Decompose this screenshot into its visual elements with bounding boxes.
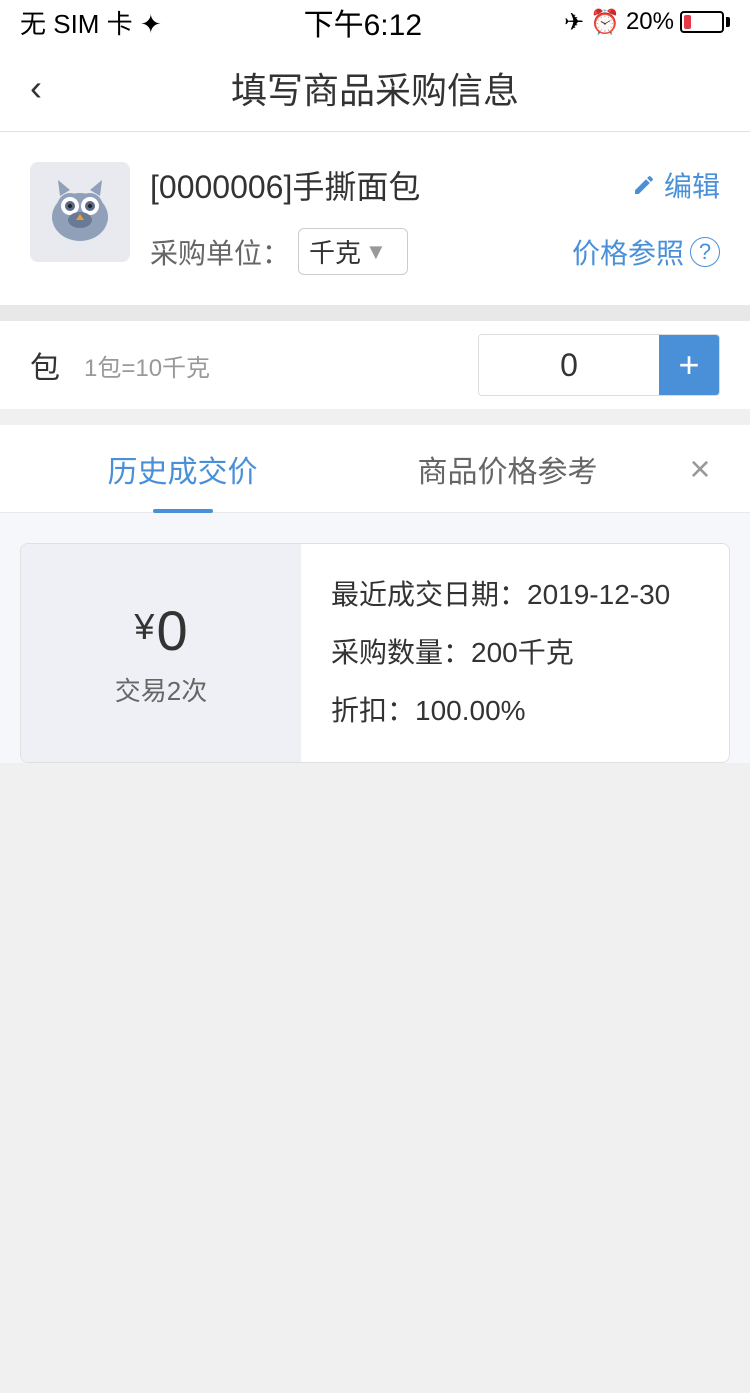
purchase-qty-value: 200千克 xyxy=(471,637,574,668)
unit-label: 采购单位： 千克 ▼ xyxy=(150,228,408,275)
quantity-row: 包 1包=10千克 0 + xyxy=(0,321,750,409)
transaction-price-panel: ¥ 0 交易2次 xyxy=(21,544,301,762)
status-signal: 无 SIM 卡 ✦ xyxy=(20,4,162,41)
transaction-card: ¥ 0 交易2次 最近成交日期：2019-12-30 采购数量：200千克 折扣… xyxy=(20,543,730,763)
quantity-unit-label: 包 xyxy=(30,343,60,387)
transaction-count: 交易2次 xyxy=(115,671,207,708)
battery-icon xyxy=(680,11,730,33)
nav-bar: ‹ 填写商品采购信息 xyxy=(0,44,750,132)
edit-label: 编辑 xyxy=(664,165,720,205)
recent-date-item: 最近成交日期：2019-12-30 xyxy=(331,574,699,616)
discount-value: 100.00% xyxy=(415,695,526,726)
location-icon: ✈ xyxy=(564,8,584,37)
purchase-qty-label: 采购数量： xyxy=(331,637,471,668)
purchase-qty-item: 采购数量：200千克 xyxy=(331,632,699,674)
product-info: [0000006]手撕面包 编辑 采购单位： 千克 ▼ 价格参照 ? xyxy=(150,162,720,275)
tabs-bar: 历史成交价 商品价格参考 × xyxy=(0,425,750,513)
quantity-hint: 1包=10千克 xyxy=(84,348,210,383)
back-button[interactable]: ‹ xyxy=(30,70,42,106)
tab-history-price[interactable]: 历史成交价 xyxy=(20,425,345,513)
unit-dropdown[interactable]: 千克 ▼ xyxy=(298,228,408,275)
price-ref-icon: ? xyxy=(690,237,720,267)
status-bar: 无 SIM 卡 ✦ 下午6:12 ✈ ⏰ 20% xyxy=(0,0,750,44)
edit-button[interactable]: 编辑 xyxy=(632,165,720,205)
bottom-area xyxy=(0,793,750,1393)
page-title: 填写商品采购信息 xyxy=(231,62,519,114)
alarm-icon: ⏰ xyxy=(590,8,620,37)
product-card: [0000006]手撕面包 编辑 采购单位： 千克 ▼ 价格参照 ? xyxy=(0,132,750,305)
status-time: 下午6:12 xyxy=(304,0,422,44)
battery-percent: 20% xyxy=(626,8,674,36)
tab-close-button[interactable]: × xyxy=(670,439,730,499)
product-name: [0000006]手撕面包 xyxy=(150,162,420,208)
tab-product-price-ref[interactable]: 商品价格参考 xyxy=(345,425,670,513)
quantity-plus-button[interactable]: + xyxy=(659,335,719,395)
status-right-icons: ✈ ⏰ 20% xyxy=(564,8,730,37)
price-number: 0 xyxy=(156,598,187,663)
transaction-details-panel: 最近成交日期：2019-12-30 采购数量：200千克 折扣：100.00% xyxy=(301,544,729,762)
section-divider xyxy=(0,305,750,321)
quantity-input[interactable]: 0 xyxy=(479,335,659,395)
transaction-price-value: ¥ 0 xyxy=(134,598,187,663)
quantity-input-group: 0 + xyxy=(478,334,720,396)
dropdown-arrow-icon: ▼ xyxy=(365,239,387,265)
tabs-section: 历史成交价 商品价格参考 × ¥ 0 交易2次 最近成交日期：2019-12-3… xyxy=(0,425,750,763)
tab-active-underline xyxy=(153,509,213,513)
price-symbol: ¥ xyxy=(134,606,154,648)
price-reference-button[interactable]: 价格参照 ? xyxy=(572,232,720,272)
recent-date-value: 2019-12-30 xyxy=(527,579,670,610)
discount-item: 折扣：100.00% xyxy=(331,690,699,732)
product-thumbnail xyxy=(30,162,130,262)
discount-label: 折扣： xyxy=(331,695,415,726)
recent-date-label: 最近成交日期： xyxy=(331,579,527,610)
